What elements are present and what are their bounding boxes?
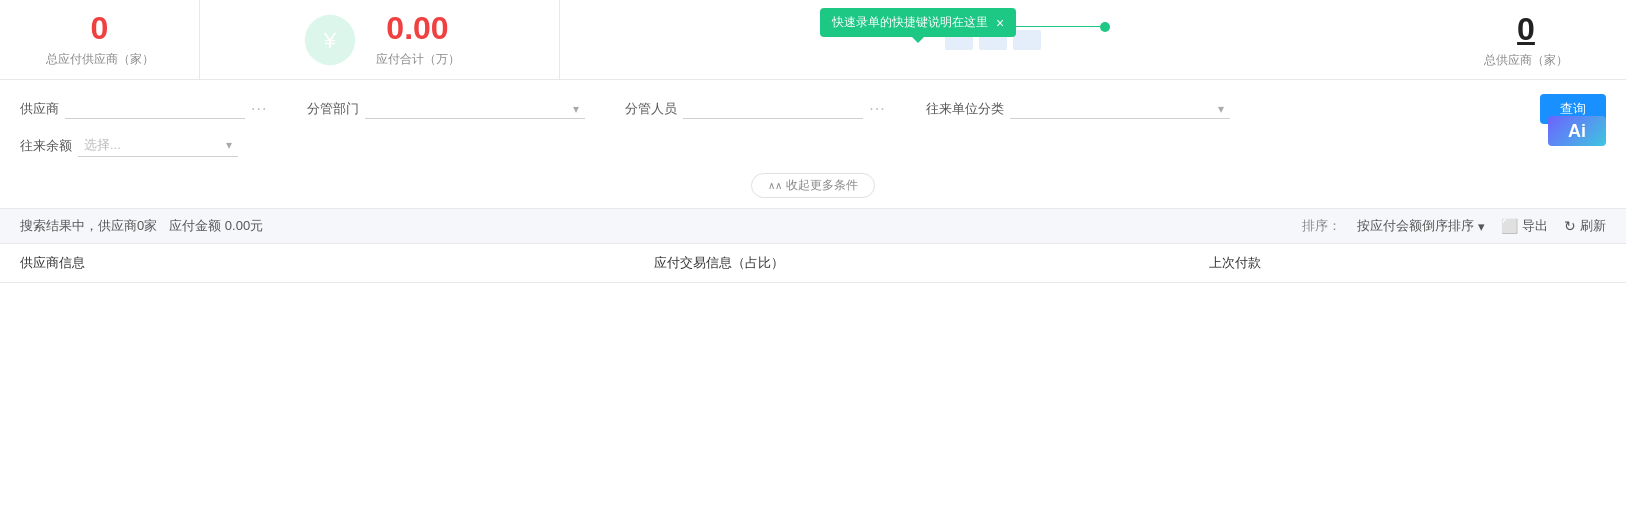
stat-payable-total: ¥ 0.00 应付合计（万） [200,0,560,79]
table-header: 供应商信息 应付交易信息（占比） 上次付款 [0,244,1626,283]
total-suppliers-number: 0 [1517,11,1535,48]
collapse-label: 收起更多条件 [786,177,858,194]
unit-label: 往来单位分类 [926,100,1004,118]
collapse-up-icon: ∧∧ [768,180,782,191]
amount-placeholder: 选择... [84,136,226,154]
supplier-filter: 供应商 ··· [20,99,267,119]
refresh-button[interactable]: ↻ 刷新 [1564,217,1606,235]
person-label: 分管人员 [625,100,677,118]
dept-label: 分管部门 [307,100,359,118]
export-icon: ⬜ [1501,218,1518,234]
dept-chevron-icon: ▾ [573,102,579,116]
person-filter: 分管人员 ··· [625,99,885,119]
stat-total-suppliers: 0 总供应商（家） [1426,0,1626,79]
col-last-payment: 上次付款 [1209,254,1606,272]
refresh-label: 刷新 [1580,217,1606,235]
supplier-input[interactable] [65,99,245,119]
col-supplier-info: 供应商信息 [20,254,654,272]
amount-chevron-icon: ▾ [226,138,232,152]
amount-filter: 往来余额 选择... ▾ [20,134,238,157]
results-text: 搜索结果中，供应商0家 [20,217,157,235]
export-label: 导出 [1522,217,1548,235]
results-amount: 应付金额 0.00元 [169,217,263,235]
sort-label: 排序： [1302,217,1341,235]
tooltip-dot [1100,22,1110,32]
sort-chevron-icon: ▾ [1478,219,1485,234]
unit-chevron-icon: ▾ [1218,102,1224,116]
stat-total-payable: 0 总应付供应商（家） [0,0,200,79]
person-input[interactable] [683,99,863,119]
unit-filter: 往来单位分类 ▾ [926,100,1230,119]
filter-row-1: 供应商 ··· 分管部门 ▾ 分管人员 ··· 往来单位分类 ▾ [20,94,1606,124]
payable-total-number: 0.00 [386,11,448,46]
stats-bar: 0 总应付供应商（家） ¥ 0.00 应付合计（万） 快速录单的快捷键说明在这里… [0,0,1626,80]
collapse-row: ∧∧ 收起更多条件 [20,167,1606,208]
sort-value: 按应付会额倒序排序 [1357,217,1474,235]
amount-select[interactable]: 选择... ▾ [78,134,238,157]
table-body [0,283,1626,515]
total-suppliers-label: 总供应商（家） [1484,52,1568,69]
col-transaction-info: 应付交易信息（占比） [654,254,1209,272]
payable-total-label: 应付合计（万） [376,51,460,68]
refresh-icon: ↻ [1564,218,1576,234]
amount-label: 往来余额 [20,137,72,155]
filter-row-2: 往来余额 选择... ▾ [20,134,1606,157]
tooltip-text: 快速录单的快捷键说明在这里 [832,14,988,31]
person-dots[interactable]: ··· [869,100,885,118]
ai-badge[interactable]: Ai [1548,116,1606,146]
svg-text:¥: ¥ [322,28,336,53]
supplier-dots[interactable]: ··· [251,100,267,118]
payable-icon: ¥ [300,10,360,70]
tooltip-close-btn[interactable]: × [996,16,1004,30]
results-bar: 搜索结果中，供应商0家 应付金额 0.00元 排序： 按应付会额倒序排序 ▾ ⬜… [0,209,1626,244]
filter-area: 供应商 ··· 分管部门 ▾ 分管人员 ··· 往来单位分类 ▾ [0,80,1626,209]
total-payable-number: 0 [91,11,109,46]
collapse-button[interactable]: ∧∧ 收起更多条件 [751,173,875,198]
supplier-label: 供应商 [20,100,59,118]
unit-select[interactable]: ▾ [1010,100,1230,119]
dept-select[interactable]: ▾ [365,100,585,119]
sort-select[interactable]: 按应付会额倒序排序 ▾ [1357,217,1485,235]
results-right: 排序： 按应付会额倒序排序 ▾ ⬜ 导出 ↻ 刷新 [1302,217,1606,235]
dept-filter: 分管部门 ▾ [307,100,585,119]
export-button[interactable]: ⬜ 导出 [1501,217,1548,235]
total-payable-label: 总应付供应商（家） [46,51,154,68]
tooltip-bubble: 快速录单的快捷键说明在这里 × [820,8,1016,37]
